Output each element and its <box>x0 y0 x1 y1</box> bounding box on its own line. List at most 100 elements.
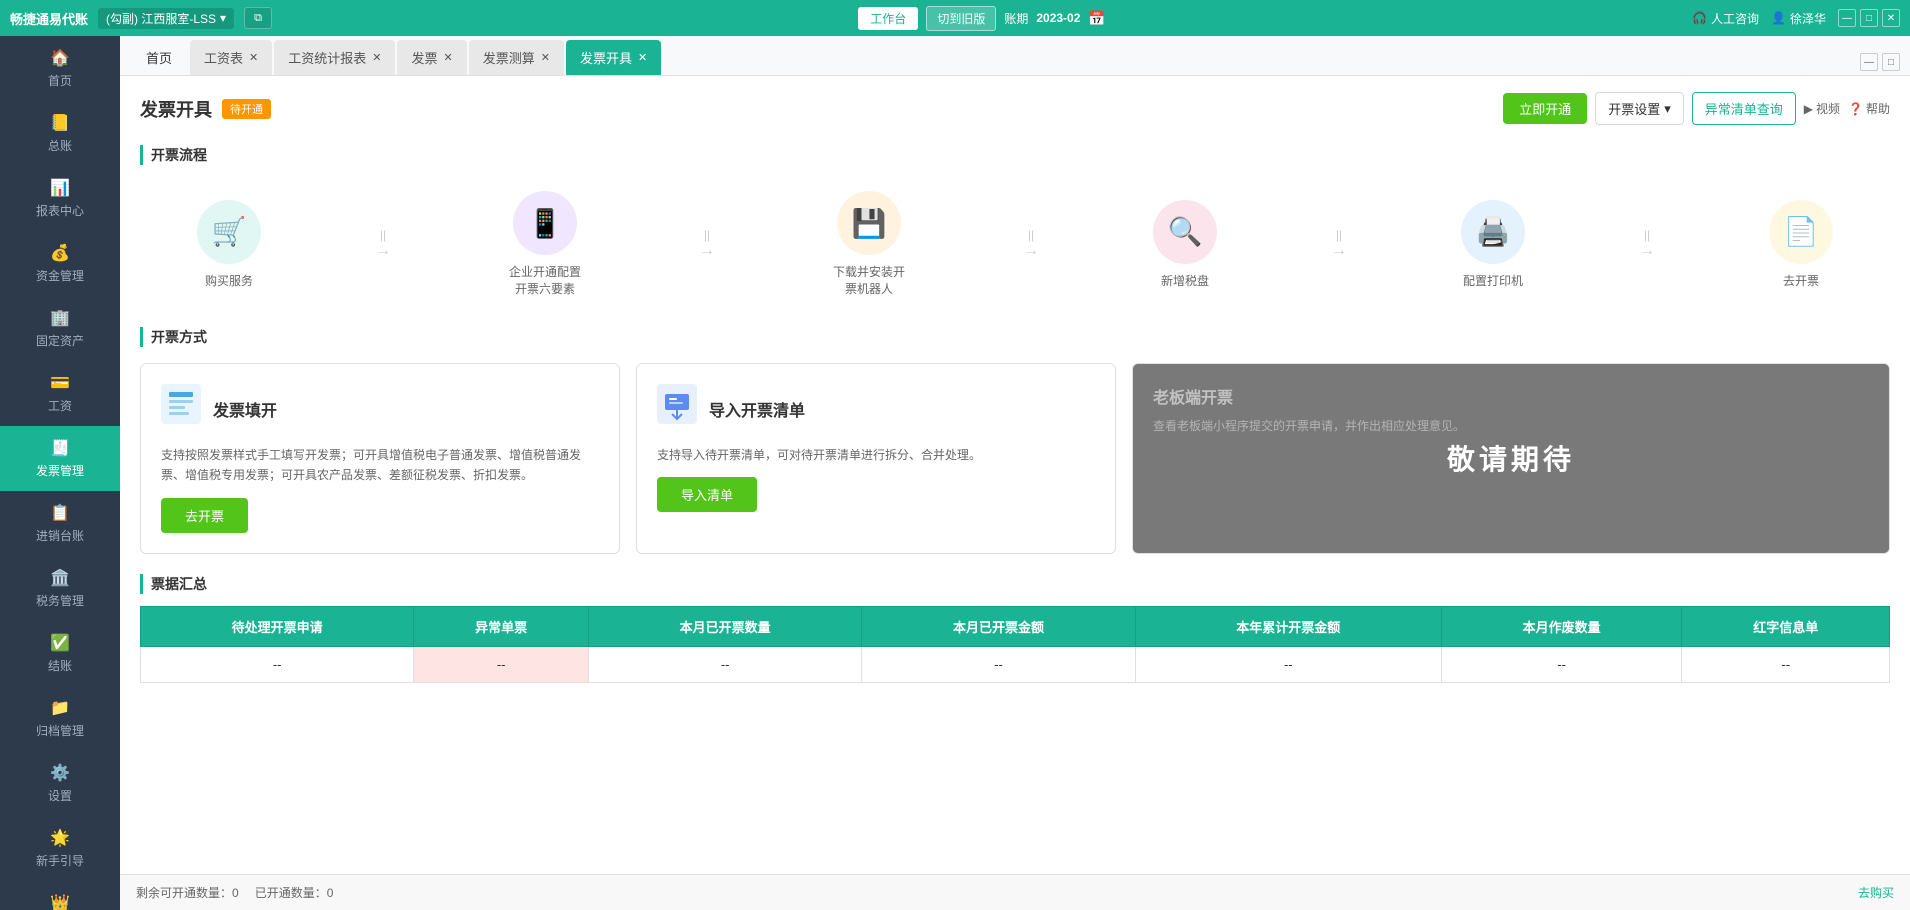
close-button[interactable]: ✕ <box>1882 9 1900 27</box>
sidebar-item-purchase[interactable]: 📋 进销台账 <box>0 491 120 556</box>
tab-bar-restore[interactable]: □ <box>1882 53 1900 71</box>
col-pending: 待处理开票申请 <box>141 606 414 646</box>
fill-card-desc: 支持按照发票样式手工填写开发票；可开具增值税电子普通发票、增值税普通发票、增值税… <box>161 445 599 486</box>
arrow-5: || → <box>1639 228 1655 260</box>
fill-card-icon <box>161 384 201 433</box>
archive-icon: 📁 <box>50 698 70 718</box>
printer-step-icon: 🖨️ <box>1461 200 1525 264</box>
sidebar-item-assets[interactable]: 🏢 固定资产 <box>0 296 120 361</box>
calendar-icon[interactable]: 📅 <box>1088 10 1105 27</box>
tab-window-controls: — □ <box>1860 53 1900 75</box>
sidebar-item-member[interactable]: 👑 畅会员 <box>0 881 120 910</box>
import-method-card: 导入开票清单 支持导入待开票清单，可对待开票清单进行拆分、合并处理。 导入清单 <box>636 363 1116 554</box>
user-profile[interactable]: 👤 徐泽华 <box>1771 10 1826 27</box>
tab-salary-table[interactable]: 工资表 ✕ <box>190 40 272 75</box>
help-icon: ❓ <box>1848 102 1863 116</box>
user-icon: 👤 <box>1771 11 1786 25</box>
remaining-count: 剩余可开通数量：0 <box>136 884 239 901</box>
member-icon: 👑 <box>50 893 70 910</box>
sidebar-item-settle[interactable]: ✅ 结账 <box>0 621 120 686</box>
period-value: 2023-02 <box>1036 11 1080 25</box>
chevron-down-icon: ▾ <box>1664 101 1671 117</box>
boss-coming-text: 敬请期待 <box>1447 438 1575 478</box>
process-flow: 🛒 购买服务 || → 📱 企业开通配置开票六要素 || → <box>140 181 1890 307</box>
sidebar-item-home[interactable]: 🏠 首页 <box>0 36 120 101</box>
buy-step-icon: 🛒 <box>197 200 261 264</box>
import-card-btn[interactable]: 导入清单 <box>657 477 757 512</box>
tab-close-salary-stats[interactable]: ✕ <box>372 51 381 64</box>
process-step-printer: 🖨️ 配置打印机 <box>1461 200 1525 289</box>
table-row: -- -- -- -- -- -- -- <box>141 646 1890 682</box>
sidebar-item-salary[interactable]: 💳 工资 <box>0 361 120 426</box>
summary-section-title: 票据汇总 <box>140 574 1890 594</box>
sidebar-item-funds[interactable]: 💰 资金管理 <box>0 231 120 296</box>
old-version-button[interactable]: 切到旧版 <box>926 6 996 31</box>
tab-close-invoice[interactable]: ✕ <box>444 51 453 64</box>
company-selector[interactable]: (勾副) 江西服室-LSS ▾ <box>98 8 234 29</box>
video-icon: ▶ <box>1804 102 1813 116</box>
settle-icon: ✅ <box>50 633 70 653</box>
tab-bar-minimize[interactable]: — <box>1860 53 1878 71</box>
cell-anomaly: -- <box>414 646 589 682</box>
workspace-button[interactable]: 工作台 <box>858 7 918 30</box>
goto-buy-button[interactable]: 去购买 <box>1858 884 1894 901</box>
arrow-1: || → <box>375 228 391 260</box>
sidebar-item-tax[interactable]: 🏛️ 税务管理 <box>0 556 120 621</box>
cell-yearly-amount: -- <box>1135 646 1441 682</box>
help-link[interactable]: ❓ 帮助 <box>1848 100 1890 117</box>
col-anomaly: 异常单票 <box>414 606 589 646</box>
top-bar: 畅捷通易代账 (勾副) 江西服室-LSS ▾ ⧉ 工作台 切到旧版 账期 202… <box>0 0 1910 36</box>
col-yearly-amount: 本年累计开票金额 <box>1135 606 1441 646</box>
anomaly-query-button[interactable]: 异常清单查询 <box>1692 92 1796 125</box>
page-header: 发票开具 待开通 立即开通 开票设置 ▾ 异常清单查询 ▶ 视频 ❓ <box>140 92 1890 125</box>
boss-overlay: 敬请期待 <box>1133 364 1889 553</box>
tab-invoice[interactable]: 发票 ✕ <box>397 40 466 75</box>
video-help[interactable]: ▶ 视频 <box>1804 100 1840 117</box>
sidebar-item-reports[interactable]: 📊 报表中心 <box>0 166 120 231</box>
process-step-buy: 🛒 购买服务 <box>197 200 261 289</box>
minimize-button[interactable]: — <box>1838 9 1856 27</box>
sidebar-item-guide[interactable]: 🌟 新手引导 <box>0 816 120 881</box>
sidebar-item-settings[interactable]: ⚙️ 设置 <box>0 751 120 816</box>
fill-card-header: 发票填开 <box>161 384 599 433</box>
tab-invoice-tool[interactable]: 发票开具 ✕ <box>566 40 661 75</box>
sidebar-item-archive[interactable]: 📁 归档管理 <box>0 686 120 751</box>
guide-icon: 🌟 <box>50 828 70 848</box>
process-step-download: 💾 下载并安装开票机器人 <box>829 191 909 297</box>
customer-service[interactable]: 🎧 人工咨询 <box>1692 10 1759 27</box>
tab-close-invoice-tool[interactable]: ✕ <box>638 51 647 64</box>
tax-icon: 🏛️ <box>50 568 70 588</box>
cell-monthly-count: -- <box>589 646 862 682</box>
tab-salary-stats[interactable]: 工资统计报表 ✕ <box>274 40 395 75</box>
cell-pending: -- <box>141 646 414 682</box>
fill-card-btn[interactable]: 去开票 <box>161 498 248 533</box>
cell-red-info: -- <box>1682 646 1890 682</box>
funds-icon: 💰 <box>50 243 70 263</box>
immediate-open-button[interactable]: 立即开通 <box>1503 93 1587 124</box>
summary-table: 待处理开票申请 异常单票 本月已开票数量 本月已开票金额 <box>140 606 1890 683</box>
cell-monthly-amount: -- <box>862 646 1135 682</box>
col-void-count: 本月作废数量 <box>1441 606 1681 646</box>
bottom-stats: 剩余可开通数量：0 已开通数量：0 <box>136 884 333 901</box>
sidebar-item-invoice[interactable]: 🧾 发票管理 <box>0 426 120 491</box>
invoice-icon: 🧾 <box>50 438 70 458</box>
tab-invoice-calc[interactable]: 发票测算 ✕ <box>469 40 564 75</box>
tab-home[interactable]: 首页 <box>130 40 188 75</box>
tab-close-invoice-calc[interactable]: ✕ <box>541 51 550 64</box>
settings-button[interactable]: 开票设置 ▾ <box>1595 92 1684 125</box>
boss-method-card: 老板端开票 查看老板端小程序提交的开票申请，并作出相应处理意见。 敬请期待 <box>1132 363 1890 554</box>
arrow-2: || → <box>699 228 715 260</box>
arrow-4: || → <box>1331 228 1347 260</box>
page-title: 发票开具 <box>140 96 212 122</box>
arrow-3: || → <box>1023 228 1039 260</box>
copy-icon[interactable]: ⧉ <box>244 7 272 29</box>
sidebar-item-ledger[interactable]: 📒 总账 <box>0 101 120 166</box>
taxbox-step-icon: 🔍 <box>1153 200 1217 264</box>
opened-count: 已开通数量：0 <box>255 884 334 901</box>
maximize-button[interactable]: □ <box>1860 9 1878 27</box>
import-card-header: 导入开票清单 <box>657 384 1095 433</box>
summary-section: 票据汇总 待处理开票申请 异常单票 本月已开票数量 <box>140 574 1890 683</box>
tab-close-salary-table[interactable]: ✕ <box>249 51 258 64</box>
process-section-title: 开票流程 <box>140 145 1890 165</box>
process-step-config: 📱 企业开通配置开票六要素 <box>505 191 585 297</box>
